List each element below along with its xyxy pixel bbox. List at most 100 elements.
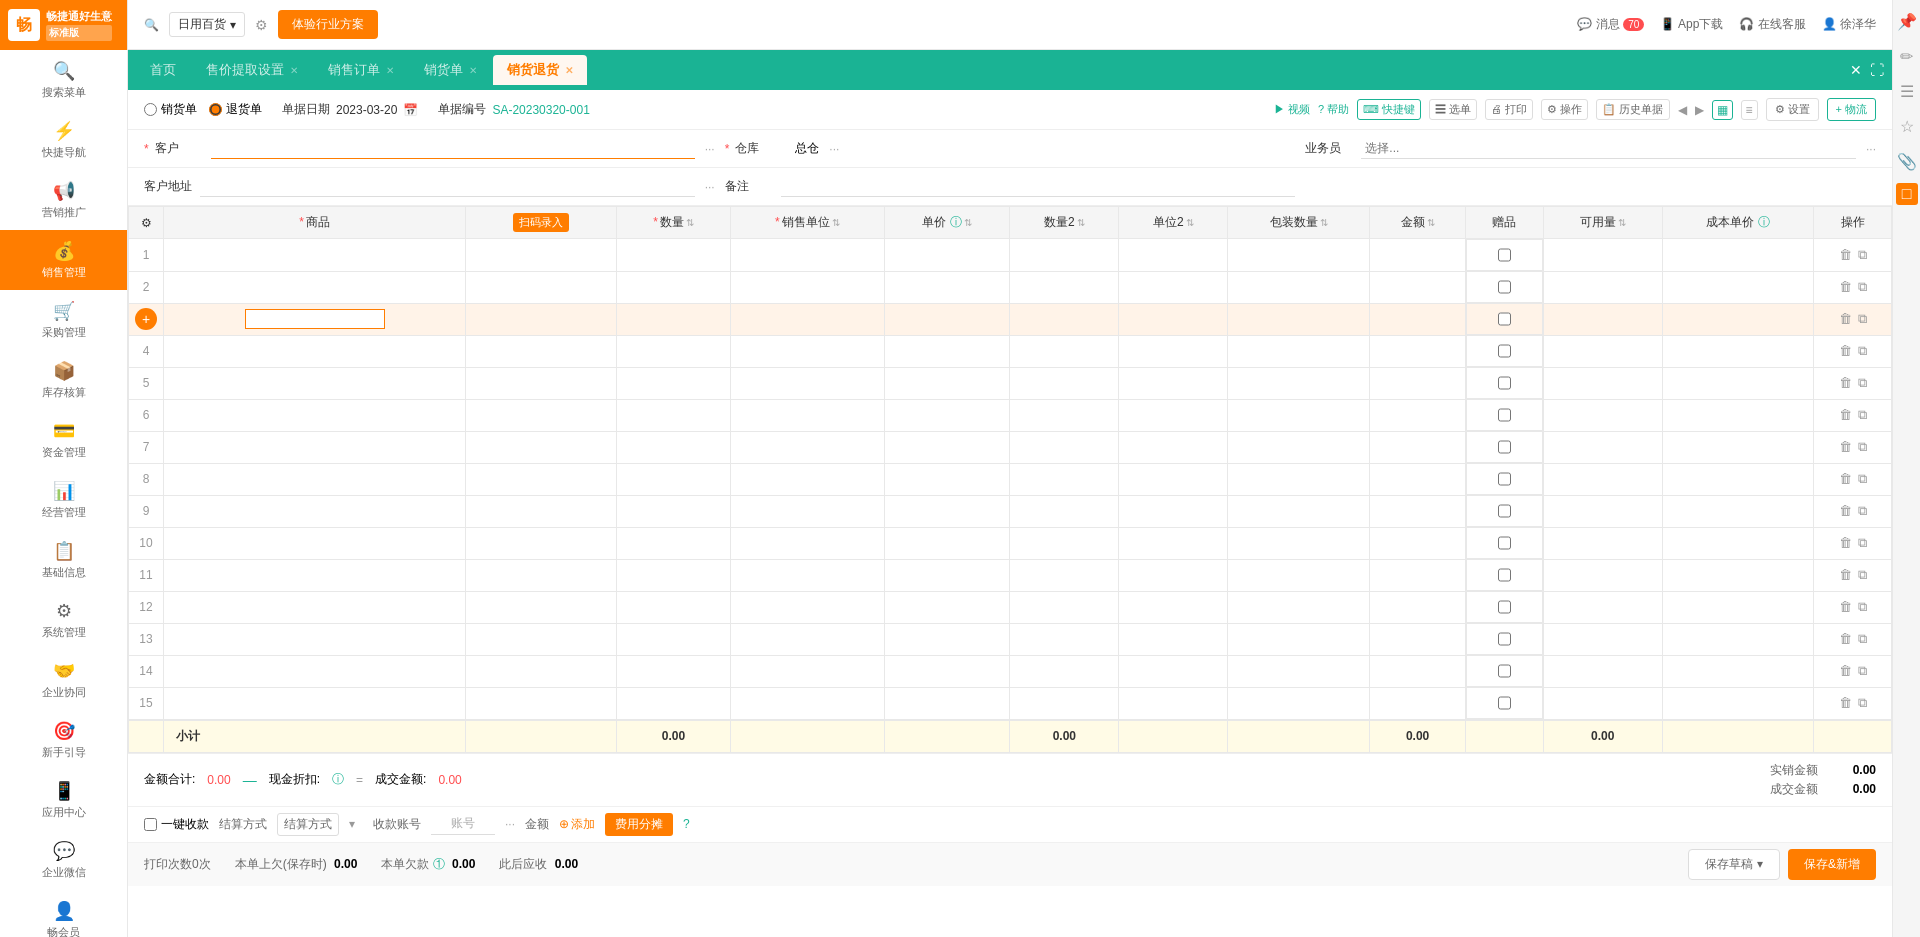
row-cost-10[interactable] (1662, 527, 1814, 559)
delete-icon-14[interactable]: 🗑 (1839, 663, 1852, 679)
tab-fullscreen-icon[interactable]: ⛶ (1870, 62, 1884, 78)
warehouse-dots[interactable]: ··· (829, 142, 839, 156)
row-amount-5[interactable] (1369, 367, 1465, 399)
row-unit-12[interactable] (730, 591, 884, 623)
gift-check-9[interactable] (1498, 500, 1511, 522)
copy-icon-6[interactable]: ⧉ (1858, 407, 1867, 423)
row-qty-9[interactable] (617, 495, 730, 527)
row-gift-13[interactable] (1466, 623, 1542, 655)
row-unit2-4[interactable] (1119, 335, 1228, 367)
payment-dropdown-icon[interactable]: ▾ (349, 817, 355, 831)
gift-check-1[interactable] (1498, 244, 1511, 266)
row-gift-4[interactable] (1466, 335, 1542, 367)
rp-list-icon[interactable]: ☰ (1896, 78, 1918, 105)
row-pack-11[interactable] (1228, 559, 1370, 591)
sidebar-item-系统管理[interactable]: ⚙系统管理 (0, 590, 127, 650)
row-pack-9[interactable] (1228, 495, 1370, 527)
row-unit-14[interactable] (730, 655, 884, 687)
row-price-11[interactable] (885, 559, 1010, 591)
delete-icon-4[interactable]: 🗑 (1839, 343, 1852, 359)
delete-icon-15[interactable]: 🗑 (1839, 695, 1852, 711)
sidebar-item-搜索菜单[interactable]: 🔍搜索菜单 (0, 50, 127, 110)
row-qty2-1[interactable] (1010, 239, 1119, 272)
row-product-1[interactable] (164, 239, 466, 272)
row-avail-5[interactable] (1543, 367, 1662, 399)
info-discount-icon[interactable]: ⓘ (332, 771, 344, 788)
topbar-search[interactable]: 🔍 (144, 18, 159, 32)
topbar-gear-icon[interactable]: ⚙ (255, 17, 268, 33)
gift-check-15[interactable] (1498, 692, 1511, 714)
table-gear-icon[interactable]: ⚙ (141, 216, 152, 230)
customer-dots[interactable]: ··· (705, 142, 715, 156)
expense-info-icon[interactable]: ? (683, 817, 690, 831)
row-qty-13[interactable] (617, 623, 730, 655)
copy-icon-7[interactable]: ⧉ (1858, 439, 1867, 455)
row-product-6[interactable] (164, 399, 466, 431)
row-unit-11[interactable] (730, 559, 884, 591)
row-avail-9[interactable] (1543, 495, 1662, 527)
row-pack-6[interactable] (1228, 399, 1370, 431)
sidebar-item-经营管理[interactable]: 📊经营管理 (0, 470, 127, 530)
gift-check-4[interactable] (1498, 340, 1511, 362)
grid-view-icon[interactable]: ▦ (1712, 100, 1733, 120)
sidebar-item-畅会员[interactable]: 👤畅会员 (0, 890, 127, 937)
row-qty2-3[interactable] (1010, 303, 1119, 335)
row-gift-9[interactable] (1466, 495, 1542, 527)
row-amount-9[interactable] (1369, 495, 1465, 527)
row-cost-15[interactable] (1662, 687, 1814, 720)
one-click-checkbox[interactable] (144, 818, 157, 831)
row-price-9[interactable] (885, 495, 1010, 527)
row-pack-15[interactable] (1228, 687, 1370, 720)
row-unit-6[interactable] (730, 399, 884, 431)
row-price-12[interactable] (885, 591, 1010, 623)
row-cost-14[interactable] (1662, 655, 1814, 687)
delete-icon-12[interactable]: 🗑 (1839, 599, 1852, 615)
row-product-5[interactable] (164, 367, 466, 399)
row-unit2-15[interactable] (1119, 687, 1228, 720)
row-amount-13[interactable] (1369, 623, 1465, 655)
row-qty2-10[interactable] (1010, 527, 1119, 559)
gift-check-5[interactable] (1498, 372, 1511, 394)
tab-close-3[interactable]: ✕ (469, 65, 477, 76)
row-price-3[interactable] (885, 303, 1010, 335)
row-unit2-14[interactable] (1119, 655, 1228, 687)
row-price-8[interactable] (885, 463, 1010, 495)
copy-icon-5[interactable]: ⧉ (1858, 375, 1867, 391)
address-dots[interactable]: ··· (705, 180, 715, 194)
row-amount-3[interactable] (1369, 303, 1465, 335)
delete-icon-10[interactable]: 🗑 (1839, 535, 1852, 551)
print-btn[interactable]: 🖨 打印 (1485, 99, 1533, 120)
delete-icon-8[interactable]: 🗑 (1839, 471, 1852, 487)
row-unit-9[interactable] (730, 495, 884, 527)
row-gift-6[interactable] (1466, 399, 1542, 431)
copy-icon-2[interactable]: ⧉ (1858, 279, 1867, 295)
row-gift-11[interactable] (1466, 559, 1542, 591)
sidebar-item-库存核算[interactable]: 📦库存核算 (0, 350, 127, 410)
row-gift-12[interactable] (1466, 591, 1542, 623)
row-pack-5[interactable] (1228, 367, 1370, 399)
expense-split-btn[interactable]: 费用分摊 (605, 813, 673, 836)
row-unit2-5[interactable] (1119, 367, 1228, 399)
row-unit2-11[interactable] (1119, 559, 1228, 591)
product-input-3[interactable] (245, 309, 385, 329)
row-amount-11[interactable] (1369, 559, 1465, 591)
copy-icon-10[interactable]: ⧉ (1858, 535, 1867, 551)
gift-check-7[interactable] (1498, 436, 1511, 458)
row-avail-14[interactable] (1543, 655, 1662, 687)
row-price-13[interactable] (885, 623, 1010, 655)
row-gift-10[interactable] (1466, 527, 1542, 559)
row-pack-12[interactable] (1228, 591, 1370, 623)
row-qty-6[interactable] (617, 399, 730, 431)
gift-check-13[interactable] (1498, 628, 1511, 650)
row-qty2-9[interactable] (1010, 495, 1119, 527)
copy-icon-13[interactable]: ⧉ (1858, 631, 1867, 647)
rp-orange-icon[interactable]: □ (1896, 183, 1918, 205)
app-download-item[interactable]: 📱 App下载 (1660, 16, 1723, 33)
row-cost-12[interactable] (1662, 591, 1814, 623)
nav-next-icon[interactable]: ▶ (1695, 103, 1704, 117)
type-sale-radio[interactable]: 销货单 (144, 101, 197, 118)
copy-icon-15[interactable]: ⧉ (1858, 695, 1867, 711)
row-qty2-8[interactable] (1010, 463, 1119, 495)
row-product-10[interactable] (164, 527, 466, 559)
address-input[interactable] (200, 176, 695, 197)
